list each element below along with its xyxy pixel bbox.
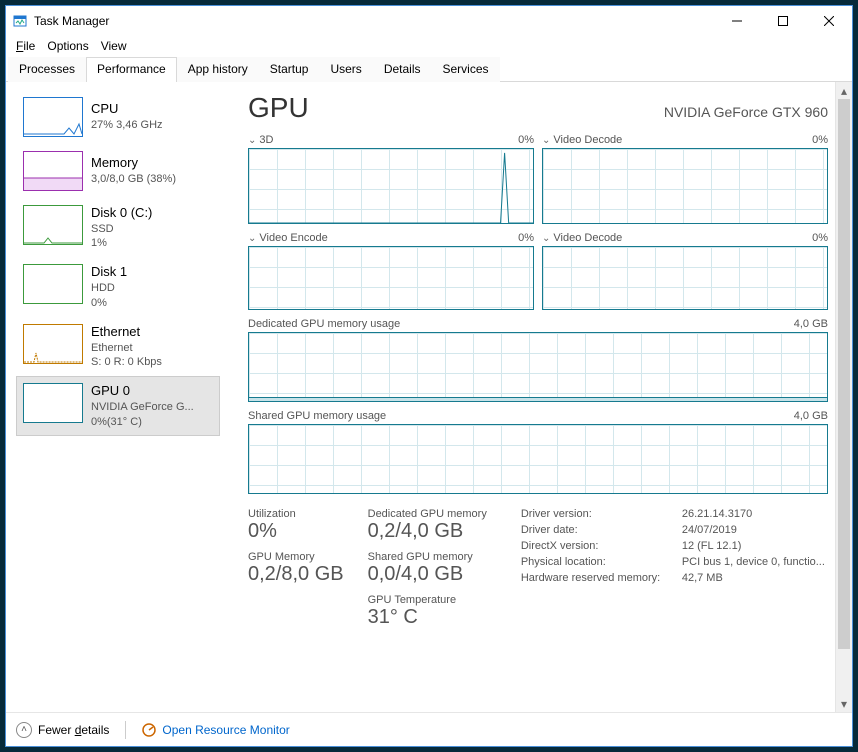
stat-label: GPU Temperature	[368, 594, 487, 606]
tab-users[interactable]: Users	[319, 57, 372, 82]
sidebar-item-ethernet[interactable]: Ethernet Ethernet S: 0 R: 0 Kbps	[16, 317, 220, 376]
sidebar-item-sub2: 0%	[91, 296, 127, 310]
main-panel: GPU NVIDIA GeForce GTX 960 ⌄3D0% ⌄Video …	[220, 82, 852, 712]
chart-shared-memory[interactable]: Shared GPU memory usage4,0 GB	[248, 410, 828, 494]
monitor-icon	[142, 723, 156, 737]
sidebar-item-sub2: 1%	[91, 236, 152, 250]
kv-val: 12 (FL 12.1)	[682, 540, 742, 552]
page-title: GPU	[248, 92, 309, 124]
kv-val: 42,7 MB	[682, 572, 723, 584]
open-resource-monitor-link[interactable]: Open Resource Monitor	[142, 723, 289, 737]
chevron-down-icon: ⌄	[248, 233, 256, 244]
stat-value: 0,2/4,0 GB	[368, 520, 487, 543]
tab-processes[interactable]: Processes	[8, 57, 86, 82]
maximize-button[interactable]	[760, 6, 806, 36]
sidebar-item-sub: 27% 3,46 GHz	[91, 118, 163, 132]
gpu-thumb-icon	[23, 383, 83, 423]
scroll-down-button[interactable]: ▾	[836, 695, 852, 712]
vertical-scrollbar[interactable]: ▴ ▾	[835, 82, 852, 712]
scroll-up-button[interactable]: ▴	[836, 82, 852, 99]
chevron-down-icon: ⌄	[248, 135, 256, 146]
chevron-up-icon: ˄	[16, 722, 32, 738]
sidebar-item-sub2: 0%(31° C)	[91, 415, 194, 429]
sidebar-item-gpu0[interactable]: GPU 0 NVIDIA GeForce G... 0%(31° C)	[16, 376, 220, 435]
tab-startup[interactable]: Startup	[259, 57, 320, 82]
stat-label: GPU Memory	[248, 551, 344, 563]
separator	[125, 721, 126, 739]
chart-video-decode-1[interactable]: ⌄Video Decode0%	[542, 134, 828, 224]
chevron-down-icon: ⌄	[542, 135, 550, 146]
stat-value: 31° C	[368, 606, 487, 629]
fewer-details-button[interactable]: ˄ Fewer details	[16, 722, 109, 738]
sidebar-item-sub: 3,0/8,0 GB (38%)	[91, 172, 176, 186]
chart-video-decode-2[interactable]: ⌄Video Decode0%	[542, 232, 828, 310]
sidebar-item-disk1[interactable]: Disk 1 HDD 0%	[16, 257, 220, 316]
stat-label: Dedicated GPU memory	[368, 508, 487, 520]
window-title: Task Manager	[34, 14, 109, 28]
stat-label: Shared GPU memory	[368, 551, 487, 563]
kv-val: PCI bus 1, device 0, functio...	[682, 556, 825, 568]
device-name: NVIDIA GeForce GTX 960	[664, 104, 828, 120]
tab-performance[interactable]: Performance	[86, 57, 177, 82]
sidebar-item-label: Ethernet	[91, 324, 162, 341]
kv-val: 26.21.14.3170	[682, 508, 752, 520]
sidebar-item-memory[interactable]: Memory 3,0/8,0 GB (38%)	[16, 144, 220, 198]
menubar: File Options View	[6, 36, 852, 56]
tab-app-history[interactable]: App history	[177, 57, 259, 82]
minimize-button[interactable]	[714, 6, 760, 36]
memory-thumb-icon	[23, 151, 83, 191]
stat-value: 0%	[248, 520, 344, 543]
menu-view[interactable]: View	[101, 39, 127, 53]
sidebar-item-label: Disk 1	[91, 264, 127, 281]
sidebar-item-disk0[interactable]: Disk 0 (C:) SSD 1%	[16, 198, 220, 257]
tab-strip: Processes Performance App history Startu…	[6, 56, 852, 82]
menu-options[interactable]: Options	[47, 39, 88, 53]
disk-thumb-icon	[23, 264, 83, 304]
sidebar-item-sub2: S: 0 R: 0 Kbps	[91, 355, 162, 369]
kv-key: Driver version:	[521, 508, 676, 520]
close-button[interactable]	[806, 6, 852, 36]
sidebar-item-sub: Ethernet	[91, 341, 162, 355]
sidebar: CPU 27% 3,46 GHz Memory 3,0/8,0 GB (38%)	[6, 82, 220, 712]
menu-file[interactable]: File	[16, 39, 35, 53]
kv-val: 24/07/2019	[682, 524, 737, 536]
tab-details[interactable]: Details	[373, 57, 432, 82]
chart-video-encode[interactable]: ⌄Video Encode0%	[248, 232, 534, 310]
kv-key: Physical location:	[521, 556, 676, 568]
footer: ˄ Fewer details Open Resource Monitor	[6, 712, 852, 746]
sidebar-item-sub: NVIDIA GeForce G...	[91, 400, 194, 414]
scroll-track[interactable]	[836, 99, 852, 695]
disk-thumb-icon	[23, 205, 83, 245]
sidebar-item-cpu[interactable]: CPU 27% 3,46 GHz	[16, 90, 220, 144]
cpu-thumb-icon	[23, 97, 83, 137]
titlebar[interactable]: Task Manager	[6, 6, 852, 36]
scroll-thumb[interactable]	[838, 99, 850, 649]
sidebar-item-label: Memory	[91, 155, 176, 172]
sidebar-item-label: GPU 0	[91, 383, 194, 400]
stat-value: 0,0/4,0 GB	[368, 563, 487, 586]
chart-dedicated-memory[interactable]: Dedicated GPU memory usage4,0 GB	[248, 318, 828, 402]
sidebar-item-label: CPU	[91, 101, 163, 118]
kv-key: DirectX version:	[521, 540, 676, 552]
ethernet-thumb-icon	[23, 324, 83, 364]
content-area: CPU 27% 3,46 GHz Memory 3,0/8,0 GB (38%)	[6, 82, 852, 712]
task-manager-window: Task Manager File Options View Processes…	[5, 5, 853, 747]
chart-3d[interactable]: ⌄3D0%	[248, 134, 534, 224]
sidebar-item-label: Disk 0 (C:)	[91, 205, 152, 222]
chevron-down-icon: ⌄	[542, 233, 550, 244]
stat-value: 0,2/8,0 GB	[248, 563, 344, 586]
kv-key: Hardware reserved memory:	[521, 572, 676, 584]
tab-services[interactable]: Services	[432, 57, 500, 82]
kv-key: Driver date:	[521, 524, 676, 536]
stat-label: Utilization	[248, 508, 344, 520]
stats-panel: Utilization 0% GPU Memory 0,2/8,0 GB Ded…	[248, 508, 828, 629]
sidebar-item-sub: HDD	[91, 281, 127, 295]
sidebar-item-sub: SSD	[91, 222, 152, 236]
app-icon	[12, 13, 28, 29]
